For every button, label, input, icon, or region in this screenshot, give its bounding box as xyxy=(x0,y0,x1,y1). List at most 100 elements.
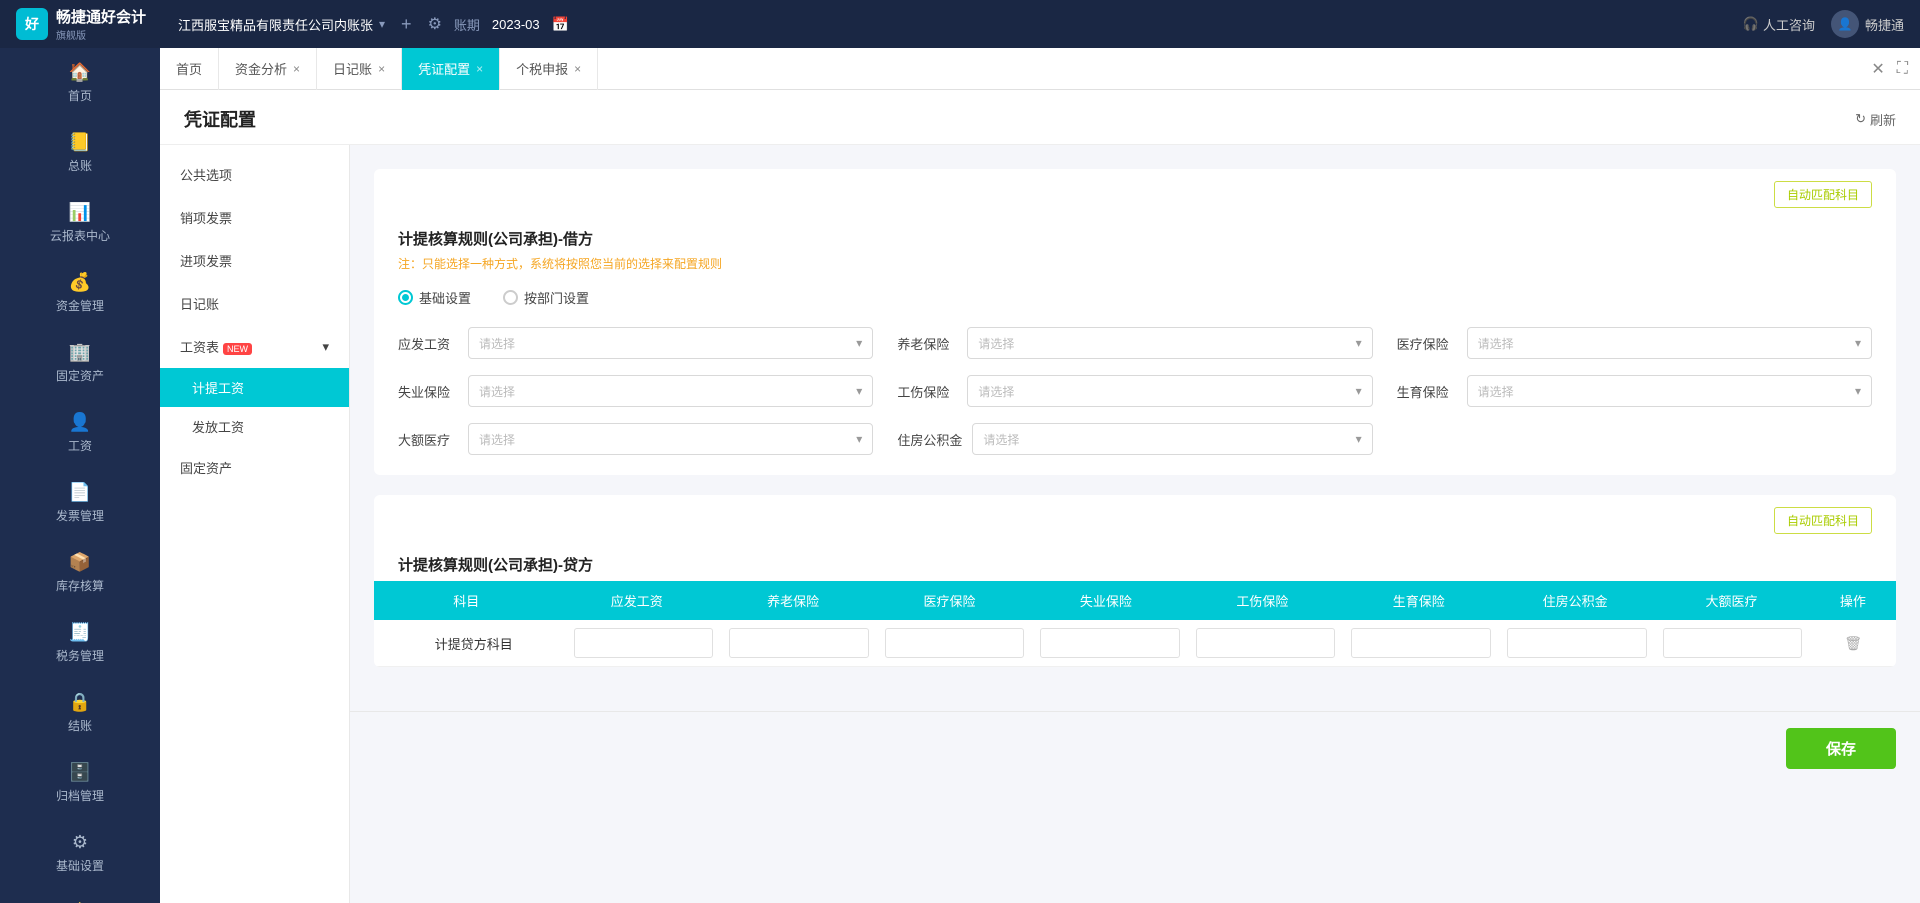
cell-yiliao[interactable] xyxy=(877,620,1033,666)
cell-shengyu[interactable] xyxy=(1343,620,1499,666)
calendar-icon[interactable]: 📅 xyxy=(552,16,569,33)
field-shengyu: 生育保险 请选择 ▾ xyxy=(1397,375,1872,407)
logo-area: 好 畅捷通好会计 旗舰版 xyxy=(16,6,166,42)
sidebar-item-close[interactable]: 🔒 结账 xyxy=(0,678,160,748)
user-area[interactable]: 👤 畅捷通 xyxy=(1831,10,1904,38)
left-menu-diary[interactable]: 日记账 xyxy=(160,282,349,325)
credit-auto-match-button[interactable]: 自动匹配科目 xyxy=(1774,507,1872,534)
add-account-button[interactable]: + xyxy=(397,14,416,35)
top-bar-right: 🎧 人工咨询 👤 畅捷通 xyxy=(1743,10,1904,38)
input-gongjijin[interactable] xyxy=(1507,628,1647,658)
left-menu: 公共选项 销项发票 进项发票 日记账 工资表NEW ▾ 计提工资 发放工资 固定… xyxy=(160,145,350,903)
radio-dept-circle xyxy=(503,290,518,305)
select-gongshang-arrow: ▾ xyxy=(1356,384,1362,398)
select-yingfa[interactable]: 请选择 ▾ xyxy=(468,327,873,359)
col-daeyiliao-header: 大额医疗 xyxy=(1653,581,1809,620)
tab-diary[interactable]: 日记账 × xyxy=(317,48,402,90)
select-shengyu[interactable]: 请选择 ▾ xyxy=(1467,375,1872,407)
tab-bar-actions: ✕ ⛶ xyxy=(1859,59,1920,79)
cell-yanglao[interactable] xyxy=(721,620,877,666)
input-yiliao[interactable] xyxy=(885,628,1025,658)
col-shengyu-header: 生育保险 xyxy=(1341,581,1497,620)
delete-row-icon[interactable]: 🗑 xyxy=(1844,635,1862,651)
left-menu-fixed-assets[interactable]: 固定资产 xyxy=(160,446,349,489)
refresh-button[interactable]: ↻ 刷新 xyxy=(1855,110,1896,129)
cell-daeyiliao[interactable] xyxy=(1655,620,1811,666)
tab-tax[interactable]: 个税申报 × xyxy=(500,48,598,90)
input-yanglao[interactable] xyxy=(729,628,869,658)
select-gongshang[interactable]: 请选择 ▾ xyxy=(967,375,1372,407)
company-selector[interactable]: 江西服宝精品有限责任公司内账张 ▾ xyxy=(178,15,385,34)
left-menu-salary-table[interactable]: 工资表NEW ▾ xyxy=(160,325,349,368)
cell-shiye[interactable] xyxy=(1032,620,1188,666)
debit-auto-match-button[interactable]: 自动匹配科目 xyxy=(1774,181,1872,208)
main-layout: 🏠 首页 📒 总账 📊 云报表中心 💰 资金管理 🏢 固定资产 👤 工资 📄 发… xyxy=(0,48,1920,903)
sidebar-item-fund[interactable]: 💰 资金管理 xyxy=(0,258,160,328)
tab-close-all-icon[interactable]: ✕ xyxy=(1871,59,1884,79)
select-gongjijin[interactable]: 请选择 ▾ xyxy=(972,423,1372,455)
tab-voucher[interactable]: 凭证配置 × xyxy=(402,48,500,90)
sidebar-item-salary[interactable]: 👤 工资 xyxy=(0,398,160,468)
sidebar-item-fixed[interactable]: 🏢 固定资产 xyxy=(0,328,160,398)
tab-voucher-label: 凭证配置 xyxy=(418,59,470,78)
tab-voucher-close[interactable]: × xyxy=(476,62,483,76)
radio-dept[interactable]: 按部门设置 xyxy=(503,288,589,307)
select-gongjijin-arrow: ▾ xyxy=(1356,432,1362,446)
sidebar-item-ledger[interactable]: 📒 总账 xyxy=(0,118,160,188)
input-gongshang[interactable] xyxy=(1196,628,1336,658)
settings-icon[interactable]: ⚙ xyxy=(428,14,442,34)
select-shiye[interactable]: 请选择 ▾ xyxy=(468,375,873,407)
input-daeyiliao[interactable] xyxy=(1663,628,1803,658)
content-area: 首页 资金分析 × 日记账 × 凭证配置 × 个税申报 × ✕ ⛶ xyxy=(160,48,1920,903)
tab-diary-close[interactable]: × xyxy=(378,62,385,76)
tab-bar: 首页 资金分析 × 日记账 × 凭证配置 × 个税申报 × ✕ ⛶ xyxy=(160,48,1920,90)
sidebar-item-settings[interactable]: ⚙ 基础设置 xyxy=(0,818,160,888)
sidebar-item-reports[interactable]: 📊 云报表中心 xyxy=(0,188,160,258)
select-yanglao[interactable]: 请选择 ▾ xyxy=(967,327,1372,359)
sidebar-item-guide[interactable]: 🌟 新手引导 xyxy=(0,888,160,903)
field-yingfa: 应发工资 请选择 ▾ xyxy=(398,327,873,359)
select-daeyiliao[interactable]: 请选择 ▾ xyxy=(468,423,873,455)
label-shiye: 失业保险 xyxy=(398,382,458,401)
table-row: 计提贷方科目 🗑 xyxy=(374,620,1896,667)
sidebar-item-home[interactable]: 🏠 首页 xyxy=(0,48,160,118)
new-badge: NEW xyxy=(223,343,252,355)
tab-home[interactable]: 首页 xyxy=(160,48,219,90)
tab-expand-icon[interactable]: ⛶ xyxy=(1897,60,1908,78)
sidebar-item-invoice[interactable]: 📄 发票管理 xyxy=(0,468,160,538)
field-shiye: 失业保险 请选择 ▾ xyxy=(398,375,873,407)
cell-yingfa[interactable] xyxy=(566,620,722,666)
sidebar-label-archive: 归档管理 xyxy=(56,787,104,804)
left-menu-public[interactable]: 公共选项 xyxy=(160,153,349,196)
left-menu-purchase[interactable]: 进项发票 xyxy=(160,239,349,282)
right-content: 自动匹配科目 计提核算规则(公司承担)-借方 注：只能选择一种方式，系统将按照您… xyxy=(350,145,1920,711)
left-menu-sales[interactable]: 销项发票 xyxy=(160,196,349,239)
tab-tax-close[interactable]: × xyxy=(574,62,581,76)
select-daeyiliao-arrow: ▾ xyxy=(856,432,862,446)
sidebar-item-stock[interactable]: 📦 库存核算 xyxy=(0,538,160,608)
sidebar-label-fund: 资金管理 xyxy=(56,297,104,314)
save-button[interactable]: 保存 xyxy=(1786,728,1896,769)
tab-fund-close[interactable]: × xyxy=(293,62,300,76)
radio-basic[interactable]: 基础设置 xyxy=(398,288,471,307)
cell-gongshang[interactable] xyxy=(1188,620,1344,666)
period-value[interactable]: 2023-03 xyxy=(492,17,540,32)
input-shiye[interactable] xyxy=(1040,628,1180,658)
tab-fund[interactable]: 资金分析 × xyxy=(219,48,317,90)
support-button[interactable]: 🎧 人工咨询 xyxy=(1743,15,1815,34)
cell-op[interactable]: 🗑 xyxy=(1810,627,1896,660)
select-yanglao-arrow: ▾ xyxy=(1356,336,1362,350)
close-period-icon: 🔒 xyxy=(69,692,91,713)
home-icon: 🏠 xyxy=(69,62,91,83)
input-yingfa[interactable] xyxy=(574,628,714,658)
sidebar-item-archive[interactable]: 🗄️ 归档管理 xyxy=(0,748,160,818)
left-menu-pay-salary[interactable]: 发放工资 xyxy=(160,407,349,446)
left-menu-calc-salary[interactable]: 计提工资 xyxy=(160,368,349,407)
sidebar-item-tax[interactable]: 🧾 税务管理 xyxy=(0,608,160,678)
cell-gongjijin[interactable] xyxy=(1499,620,1655,666)
select-yiliao[interactable]: 请选择 ▾ xyxy=(1467,327,1872,359)
select-gongjijin-placeholder: 请选择 xyxy=(983,431,1019,448)
debit-section-title: 计提核算规则(公司承担)-借方 xyxy=(398,228,1872,249)
input-shengyu[interactable] xyxy=(1351,628,1491,658)
app-name: 畅捷通好会计 xyxy=(56,9,146,26)
